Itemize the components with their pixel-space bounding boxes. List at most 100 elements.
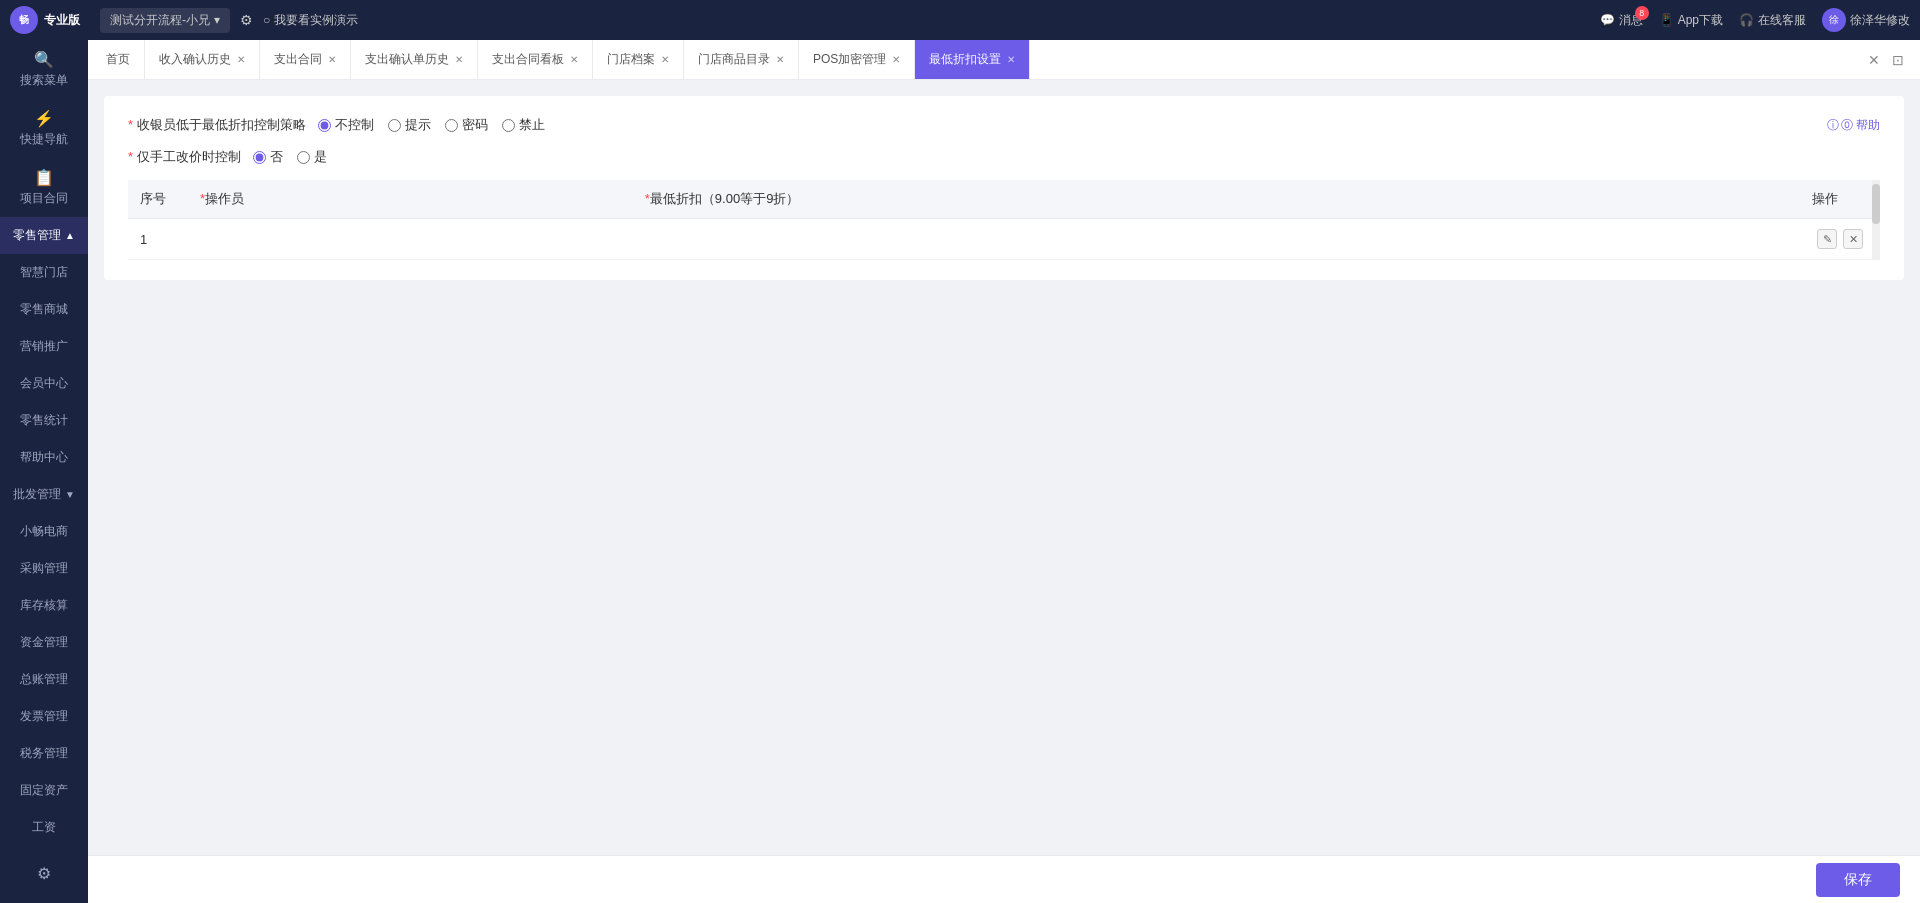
- sidebar-item-wholesale[interactable]: 批发管理 ▼: [0, 476, 88, 513]
- close-expense-confirm-icon[interactable]: ✕: [455, 54, 463, 65]
- expand-arrow-icon: ▲: [65, 230, 75, 241]
- sidebar-item-purchase[interactable]: 采购管理: [0, 550, 88, 587]
- required-mark-operator: *: [200, 191, 205, 206]
- sidebar-settings-icon[interactable]: ⚙: [37, 854, 51, 893]
- close-pos-encryption-icon[interactable]: ✕: [892, 54, 900, 65]
- field2-label: 仅手工改价时控制: [128, 148, 241, 166]
- sidebar-label-quicknav: 快捷导航: [20, 131, 68, 148]
- headset-icon: 🎧: [1739, 13, 1754, 27]
- sidebar-item-marketing[interactable]: 营销推广: [0, 328, 88, 365]
- contract-icon: 📋: [34, 168, 54, 187]
- sidebar-item-payroll[interactable]: 工资: [0, 809, 88, 846]
- tab-expense-confirm-history[interactable]: 支出确认单历史 ✕: [351, 40, 478, 80]
- radio-no-control[interactable]: 不控制: [318, 116, 374, 134]
- sidebar-item-retail-stats[interactable]: 零售统计: [0, 402, 88, 439]
- retail-mall-label: 零售商城: [20, 301, 68, 318]
- ecommerce-label: 小畅电商: [20, 523, 68, 540]
- close-tab-button[interactable]: ✕: [1864, 50, 1884, 70]
- field1-label: 收银员低于最低折扣控制策略: [128, 116, 306, 134]
- close-min-discount-icon[interactable]: ✕: [1007, 54, 1015, 65]
- sidebar-item-inventory[interactable]: 库存核算: [0, 587, 88, 624]
- sidebar-item-help[interactable]: 帮助中心: [0, 439, 88, 476]
- table-scrollbar[interactable]: [1872, 180, 1880, 260]
- messages-button[interactable]: 💬 8 消息: [1600, 12, 1642, 29]
- help-link[interactable]: ⓘ ⓪ 帮助: [1827, 117, 1880, 134]
- tab-min-discount[interactable]: 最低折扣设置 ✕: [915, 40, 1030, 80]
- sidebar-item-ledger[interactable]: 总账管理: [0, 661, 88, 698]
- smart-store-label: 智慧门店: [20, 264, 68, 281]
- close-expense-contract-icon[interactable]: ✕: [328, 54, 336, 65]
- radio-yes-label: 是: [314, 148, 327, 166]
- ledger-label: 总账管理: [20, 671, 68, 688]
- sidebar-item-ecommerce[interactable]: 小畅电商: [0, 513, 88, 550]
- search-icon: 🔍: [34, 50, 54, 69]
- tab-expense-board[interactable]: 支出合同看板 ✕: [478, 40, 593, 80]
- radio-forbidden-input[interactable]: [502, 119, 515, 132]
- close-income-history-icon[interactable]: ✕: [237, 54, 245, 65]
- app-logo: 畅 专业版: [10, 6, 90, 34]
- close-store-files-icon[interactable]: ✕: [661, 54, 669, 65]
- radio-password-input[interactable]: [445, 119, 458, 132]
- tax-label: 税务管理: [20, 745, 68, 762]
- topbar: 畅 专业版 测试分开流程-小兄 ▾ ⚙ ○ 我要看实例演示 💬 8 消息 📱 A…: [0, 0, 1920, 40]
- cell-operator: [188, 219, 633, 260]
- radio-forbidden[interactable]: 禁止: [502, 116, 545, 134]
- sidebar-item-invoice[interactable]: 发票管理: [0, 698, 88, 735]
- sidebar-item-assets[interactable]: 固定资产: [0, 772, 88, 809]
- tab-store-products[interactable]: 门店商品目录 ✕: [684, 40, 799, 80]
- radio-password-label: 密码: [462, 116, 488, 134]
- sidebar: 🔍 搜索菜单 ⚡ 快捷导航 📋 项目合同 零售管理 ▲ 智慧门店 零售商城 营销…: [0, 40, 88, 903]
- project-selector[interactable]: 测试分开流程-小兄 ▾: [100, 8, 230, 33]
- tab-income-history[interactable]: 收入确认历史 ✕: [145, 40, 260, 80]
- radio-password[interactable]: 密码: [445, 116, 488, 134]
- more-tabs-button[interactable]: ⊡: [1888, 50, 1908, 70]
- radio-yes[interactable]: 是: [297, 148, 327, 166]
- settings-icon[interactable]: ⚙: [240, 12, 253, 28]
- col-header-seq: 序号: [128, 180, 188, 219]
- online-service-button[interactable]: 🎧 在线客服: [1739, 12, 1806, 29]
- sidebar-item-retail-mall[interactable]: 零售商城: [0, 291, 88, 328]
- delete-row-button[interactable]: ✕: [1843, 229, 1863, 249]
- main-layout: 🔍 搜索菜单 ⚡ 快捷导航 📋 项目合同 零售管理 ▲ 智慧门店 零售商城 营销…: [0, 40, 1920, 903]
- close-expense-board-icon[interactable]: ✕: [570, 54, 578, 65]
- retail-stats-label: 零售统计: [20, 412, 68, 429]
- tab-pos-encryption[interactable]: POS加密管理 ✕: [799, 40, 915, 80]
- app-download-label: App下载: [1678, 12, 1723, 29]
- edit-row-button[interactable]: ✎: [1817, 229, 1837, 249]
- sidebar-item-smart-store[interactable]: 智慧门店: [0, 254, 88, 291]
- sidebar-item-funds[interactable]: 资金管理: [0, 624, 88, 661]
- purchase-label: 采购管理: [20, 560, 68, 577]
- radio-no[interactable]: 否: [253, 148, 283, 166]
- tab-expense-contract-label: 支出合同: [274, 51, 322, 68]
- retail-label: 零售管理: [13, 227, 61, 244]
- radio-yes-input[interactable]: [297, 151, 310, 164]
- funds-label: 资金管理: [20, 634, 68, 651]
- app-download-button[interactable]: 📱 App下载: [1659, 12, 1723, 29]
- radio-prompt[interactable]: 提示: [388, 116, 431, 134]
- save-button[interactable]: 保存: [1816, 863, 1900, 897]
- sidebar-bottom: ⚙: [37, 854, 51, 903]
- tab-pos-encryption-label: POS加密管理: [813, 51, 886, 68]
- sidebar-item-membership[interactable]: 会员中心: [0, 365, 88, 402]
- tab-home[interactable]: 首页: [92, 40, 145, 80]
- payroll-label: 工资: [32, 819, 56, 836]
- tab-expense-contract[interactable]: 支出合同 ✕: [260, 40, 351, 80]
- radio-no-control-input[interactable]: [318, 119, 331, 132]
- close-store-products-icon[interactable]: ✕: [776, 54, 784, 65]
- demo-link[interactable]: ○ 我要看实例演示: [263, 12, 358, 29]
- topbar-right: 💬 8 消息 📱 App下载 🎧 在线客服 徐 徐泽华修改: [1600, 8, 1910, 32]
- tab-store-files[interactable]: 门店档案 ✕: [593, 40, 684, 80]
- sidebar-item-contract[interactable]: 📋 项目合同: [0, 158, 88, 217]
- sidebar-item-retail[interactable]: 零售管理 ▲: [0, 217, 88, 254]
- radio-no-input[interactable]: [253, 151, 266, 164]
- radio-prompt-input[interactable]: [388, 119, 401, 132]
- sidebar-item-tax[interactable]: 税务管理: [0, 735, 88, 772]
- wholesale-label: 批发管理: [13, 486, 61, 503]
- tab-store-products-label: 门店商品目录: [698, 51, 770, 68]
- form-row-1: 收银员低于最低折扣控制策略 不控制 提示 密码: [128, 116, 1880, 134]
- sidebar-item-search[interactable]: 🔍 搜索菜单: [0, 40, 88, 99]
- user-info-button[interactable]: 徐 徐泽华修改: [1822, 8, 1910, 32]
- sidebar-label-contract: 项目合同: [20, 190, 68, 207]
- sidebar-item-quicknav[interactable]: ⚡ 快捷导航: [0, 99, 88, 158]
- download-icon: 📱: [1659, 13, 1674, 27]
